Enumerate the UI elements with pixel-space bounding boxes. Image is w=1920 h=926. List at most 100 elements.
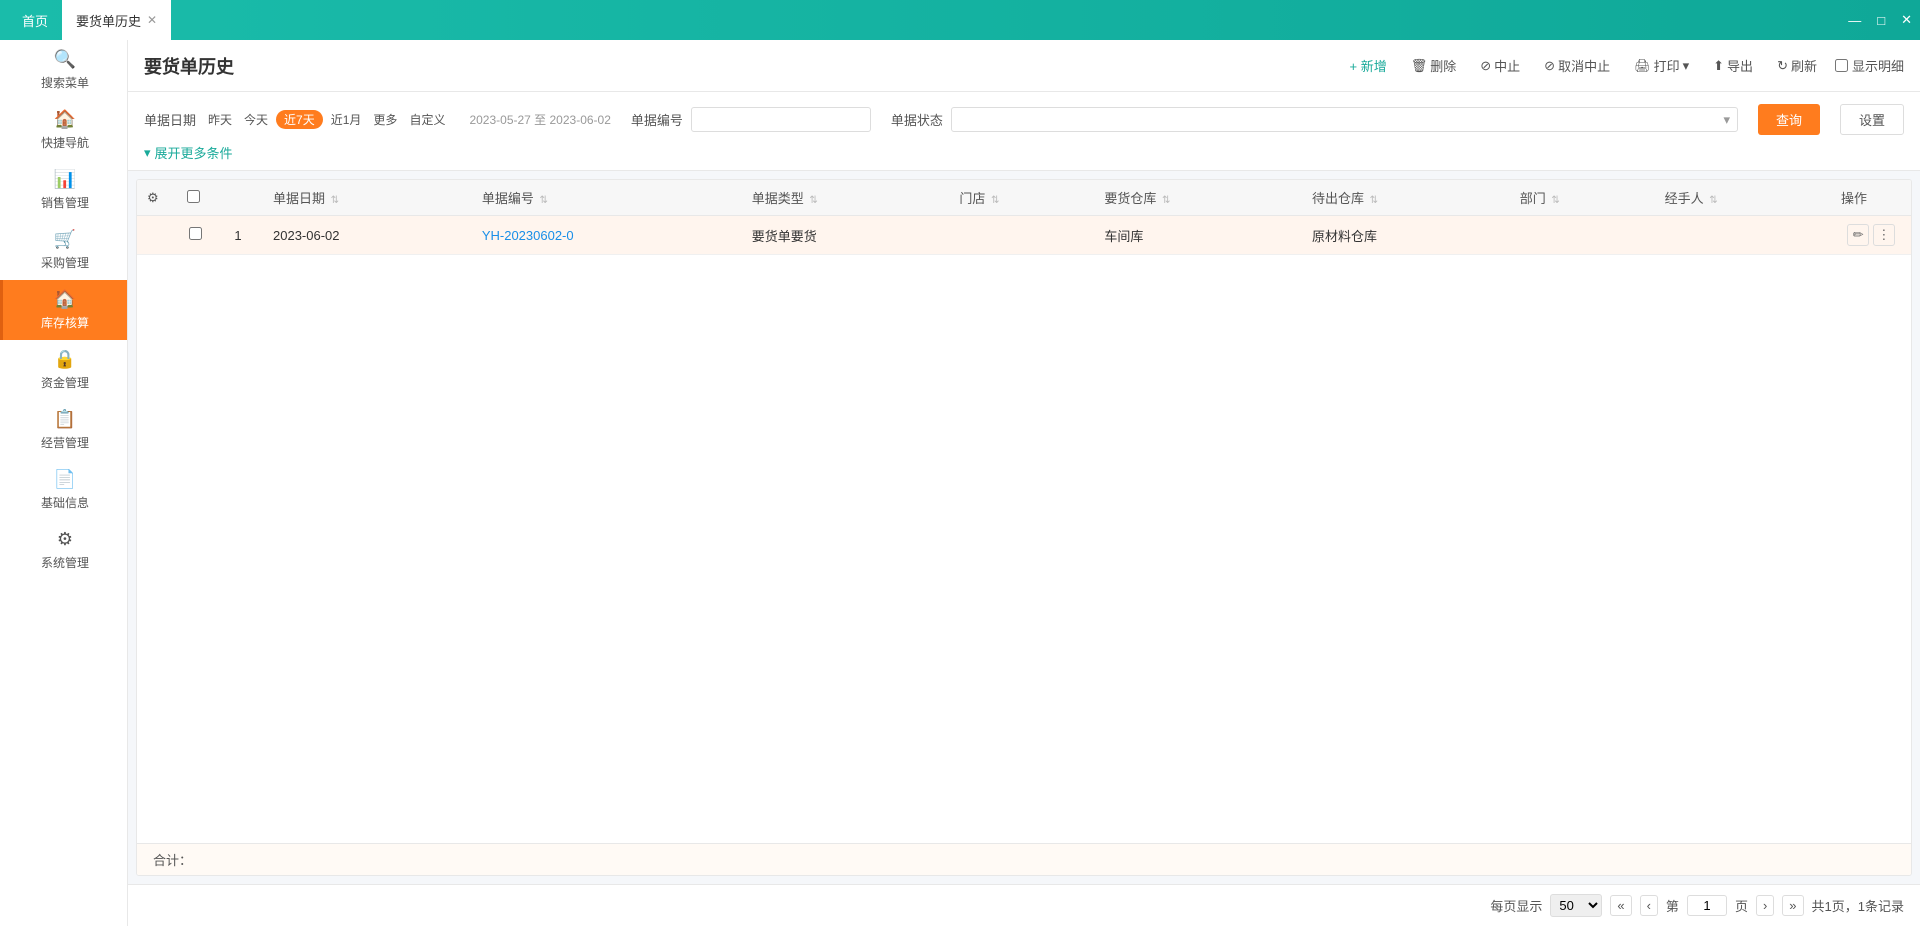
sidebar-item-basic-info[interactable]: 📄 基础信息 — [0, 460, 127, 520]
th-doc-no[interactable]: 单据编号 ⇅ — [472, 180, 742, 216]
sidebar-item-label: 库存核算 — [41, 314, 89, 331]
th-pending-warehouse[interactable]: 待出仓库 ⇅ — [1302, 180, 1510, 216]
tab-requisition-history[interactable]: 要货单历史 ✕ — [62, 0, 171, 40]
new-button[interactable]: + 新增 — [1343, 53, 1392, 78]
sidebar-item-label: 快捷导航 — [41, 134, 89, 151]
sidebar-item-purchase-mgmt[interactable]: 🛒 采购管理 — [0, 220, 127, 280]
data-table: ⚙ 单据日期 ⇅ 单据编号 ⇅ — [137, 180, 1911, 255]
sidebar-item-quick-nav[interactable]: 🏠 快捷导航 — [0, 100, 127, 160]
query-button[interactable]: 查询 — [1758, 104, 1820, 135]
content-area: 要货单历史 + 新增 🗑 删除 ⊘ 中止 ⊘ 取消中止 🖨 打印 — [128, 40, 1920, 926]
gear-icon: ⚙ — [57, 529, 73, 550]
refresh-button[interactable]: ↻ 刷新 — [1771, 53, 1823, 78]
td-handler — [1655, 216, 1831, 255]
prev-page-button[interactable]: ‹ — [1640, 895, 1658, 916]
sidebar-item-system-mgmt[interactable]: ⚙ 系统管理 — [0, 520, 127, 580]
td-num: 1 — [213, 216, 263, 255]
th-check — [177, 180, 213, 216]
date-today[interactable]: 今天 — [240, 110, 272, 129]
sidebar-item-label: 资金管理 — [41, 374, 89, 391]
sort-icon-req-warehouse: ⇅ — [1162, 195, 1170, 206]
doc-no-filter-group: 单据编号 — [631, 107, 871, 132]
sidebar-item-label: 采购管理 — [41, 254, 89, 271]
th-store[interactable]: 门店 ⇅ — [949, 180, 1094, 216]
first-page-button[interactable]: « — [1610, 895, 1631, 916]
print-icon: 🖨 — [1634, 58, 1651, 74]
next-page-button[interactable]: › — [1756, 895, 1774, 916]
stop-icon: ⊘ — [1480, 58, 1491, 74]
close-icon[interactable]: ✕ — [1901, 12, 1912, 28]
th-operation: 操作 — [1831, 180, 1911, 216]
th-department[interactable]: 部门 ⇅ — [1510, 180, 1655, 216]
th-doc-date[interactable]: 单据日期 ⇅ — [263, 180, 472, 216]
sort-icon-doc-no: ⇅ — [539, 195, 547, 206]
sidebar-item-label: 基础信息 — [41, 494, 89, 511]
lock-icon: 🔒 — [54, 349, 76, 370]
th-num — [213, 180, 263, 216]
date-more[interactable]: 更多 — [369, 110, 401, 129]
doc-no-link[interactable]: YH-20230602-0 — [482, 228, 574, 243]
date-1month[interactable]: 近1月 — [327, 110, 366, 129]
tab-close-icon[interactable]: ✕ — [147, 13, 157, 27]
sidebar-item-inventory-mgmt[interactable]: 🏠 库存核算 — [0, 280, 127, 340]
last-page-button[interactable]: » — [1782, 895, 1803, 916]
table-scroll[interactable]: ⚙ 单据日期 ⇅ 单据编号 ⇅ — [137, 180, 1911, 843]
display-detail-check[interactable] — [1835, 59, 1848, 72]
sort-icon-doc-type: ⇅ — [809, 195, 817, 206]
table-row: 1 2023-06-02 YH-20230602-0 要货单要货 车间库 原材料… — [137, 216, 1911, 255]
sidebar-item-search-menu[interactable]: 🔍 搜索菜单 — [0, 40, 127, 100]
select-all-checkbox[interactable] — [187, 190, 200, 203]
row-more-icon[interactable]: ⋮ — [1873, 224, 1895, 246]
th-req-warehouse[interactable]: 要货仓库 ⇅ — [1094, 180, 1302, 216]
expand-row: ▾ 展开更多条件 — [144, 143, 1904, 162]
chart-icon: 📊 — [54, 169, 76, 190]
setting-button[interactable]: 设置 — [1840, 104, 1904, 135]
sidebar-item-ops-mgmt[interactable]: 📋 经营管理 — [0, 400, 127, 460]
date-7days[interactable]: 近7天 — [276, 110, 323, 129]
th-settings[interactable]: ⚙ — [137, 180, 177, 216]
table-body: 1 2023-06-02 YH-20230602-0 要货单要货 车间库 原材料… — [137, 216, 1911, 255]
doc-no-label: 单据编号 — [631, 110, 683, 129]
export-icon: ⬆ — [1713, 58, 1724, 74]
cancel-stop-button[interactable]: ⊘ 取消中止 — [1538, 53, 1616, 78]
sidebar-item-finance-mgmt[interactable]: 🔒 资金管理 — [0, 340, 127, 400]
filter-bar: 单据日期 昨天 今天 近7天 近1月 更多 自定义 2023-05-27 至 2… — [128, 92, 1920, 171]
page-label: 第 — [1666, 896, 1679, 915]
stop-button[interactable]: ⊘ 中止 — [1474, 53, 1526, 78]
date-shortcuts: 昨天 今天 近7天 近1月 更多 自定义 — [204, 110, 449, 129]
doc-status-select-wrapper — [951, 107, 1738, 132]
td-operation: ✏ ⋮ — [1831, 216, 1911, 255]
td-req-warehouse: 车间库 — [1094, 216, 1302, 255]
minimize-icon[interactable]: — — [1848, 13, 1861, 28]
doc-status-select[interactable] — [951, 107, 1738, 132]
table-footer-summary: 合计： — [137, 843, 1911, 875]
td-doc-date: 2023-06-02 — [263, 216, 472, 255]
th-handler[interactable]: 经手人 ⇅ — [1655, 180, 1831, 216]
display-detail-label: 显示明细 — [1852, 56, 1904, 75]
th-doc-type[interactable]: 单据类型 ⇅ — [742, 180, 950, 216]
td-pending-warehouse: 原材料仓库 — [1302, 216, 1510, 255]
row-checkbox[interactable] — [189, 227, 202, 240]
page-number-input[interactable] — [1687, 895, 1727, 916]
date-custom[interactable]: 自定义 — [405, 110, 449, 129]
delete-button[interactable]: 🗑 删除 — [1405, 53, 1463, 78]
expand-conditions-button[interactable]: ▾ 展开更多条件 — [144, 143, 1904, 162]
td-doc-no: YH-20230602-0 — [472, 216, 742, 255]
sidebar: 🔍 搜索菜单 🏠 快捷导航 📊 销售管理 🛒 采购管理 🏠 库存核算 🔒 资金管… — [0, 40, 128, 926]
sort-icon-pending-warehouse: ⇅ — [1370, 195, 1378, 206]
sidebar-item-sales-mgmt[interactable]: 📊 销售管理 — [0, 160, 127, 220]
display-detail-checkbox[interactable]: 显示明细 — [1835, 56, 1904, 75]
print-button[interactable]: 🖨 打印 ▾ — [1628, 53, 1695, 78]
row-edit-icon[interactable]: ✏ — [1847, 224, 1869, 246]
per-page-select[interactable]: 10 20 50 100 — [1550, 894, 1602, 917]
maximize-icon[interactable]: □ — [1877, 13, 1885, 28]
doc-no-input[interactable] — [691, 107, 871, 132]
date-yesterday[interactable]: 昨天 — [204, 110, 236, 129]
tab-home[interactable]: 首页 — [8, 0, 62, 40]
cart-icon: 🛒 — [54, 229, 76, 250]
top-bar: 首页 要货单历史 ✕ — □ ✕ — [0, 0, 1920, 40]
page-header: 要货单历史 + 新增 🗑 删除 ⊘ 中止 ⊘ 取消中止 🖨 打印 — [128, 40, 1920, 92]
print-dropdown-icon: ▾ — [1683, 58, 1690, 74]
sort-icon-store: ⇅ — [991, 195, 999, 206]
export-button[interactable]: ⬆ 导出 — [1707, 53, 1759, 78]
